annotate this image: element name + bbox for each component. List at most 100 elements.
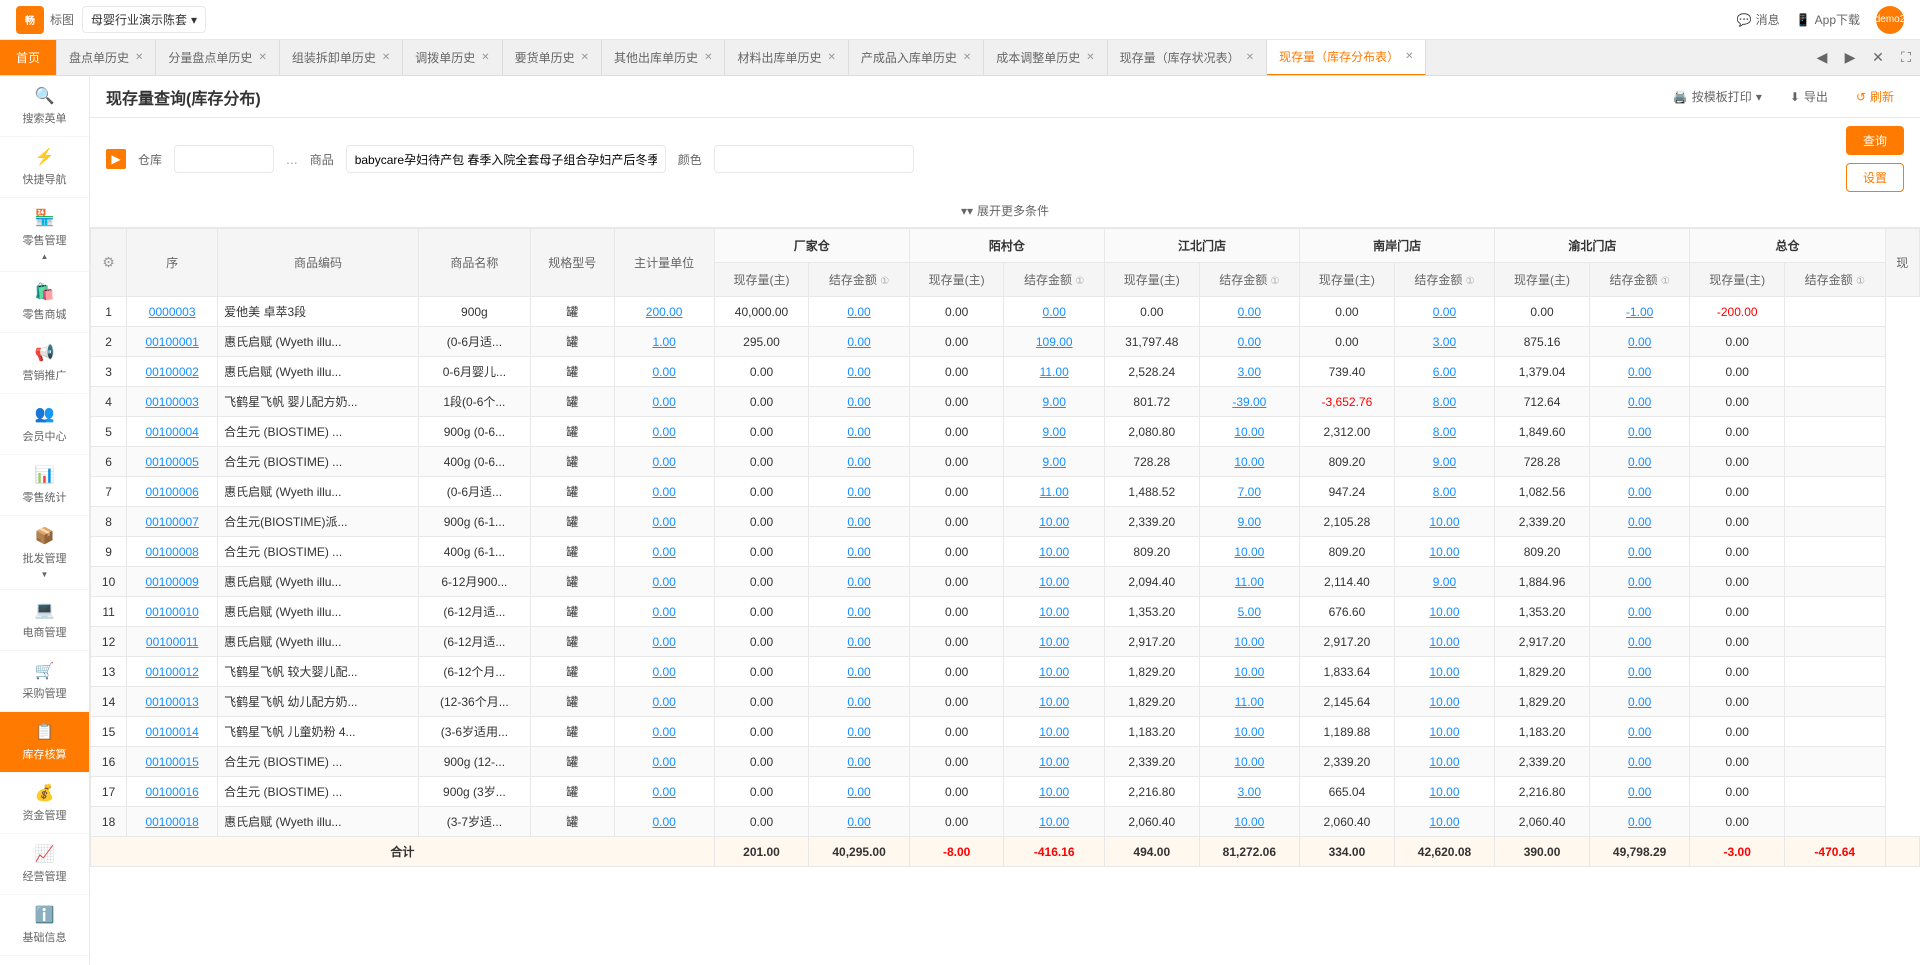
info-icon[interactable]: ① bbox=[1075, 276, 1084, 287]
col-current: 现 bbox=[1885, 229, 1919, 297]
sidebar-item-marketing[interactable]: 📢 营销推广 bbox=[0, 333, 89, 394]
col-mocun-qty: 现存量(主) bbox=[909, 263, 1004, 297]
tab-close-product-in[interactable]: ✕ bbox=[963, 52, 971, 63]
product-code[interactable]: 00100016 bbox=[127, 777, 218, 807]
info-icon[interactable]: ① bbox=[1271, 276, 1280, 287]
sidebar-item-retail-shop[interactable]: 🛍️ 零售商城 bbox=[0, 272, 89, 333]
product-code[interactable]: 00100009 bbox=[127, 567, 218, 597]
tab-close-div-inventory[interactable]: ✕ bbox=[258, 52, 266, 63]
page-actions: 🖨️ 按模板打印 ▾ ⬇ 导出 ↺ 刷新 bbox=[1663, 84, 1904, 109]
tab-close-all[interactable]: ✕ bbox=[1864, 44, 1892, 72]
summary-label: 合计 bbox=[91, 837, 715, 867]
product-name: 惠氏启赋 (Wyeth illu... bbox=[218, 567, 419, 597]
product-code[interactable]: 00100013 bbox=[127, 687, 218, 717]
sidebar-item-quick-nav[interactable]: ⚡ 快捷导航 bbox=[0, 137, 89, 198]
product-code[interactable]: 00100011 bbox=[127, 627, 218, 657]
col-gear[interactable]: ⚙ bbox=[91, 229, 127, 297]
sidebar-item-sys-mgmt[interactable]: ⚙️ 系统管理 bbox=[0, 956, 89, 965]
tab-close-inventory-single[interactable]: ✕ bbox=[135, 52, 143, 63]
tab-stock-status[interactable]: 现存量（库存状况表） ✕ bbox=[1108, 40, 1267, 76]
tab-close-transfer[interactable]: ✕ bbox=[481, 52, 489, 63]
sidebar-item-member[interactable]: 👥 会员中心 bbox=[0, 394, 89, 455]
sidebar: 🔍 搜索英单 ⚡ 快捷导航 🏪 零售管理 ▲ 🛍️ 零售商城 📢 营销推广 👥 … bbox=[0, 76, 90, 965]
warehouse-input[interactable] bbox=[174, 145, 274, 173]
product-name: 惠氏启赋 (Wyeth illu... bbox=[218, 477, 419, 507]
product-code[interactable]: 00100007 bbox=[127, 507, 218, 537]
product-code[interactable]: 00100010 bbox=[127, 597, 218, 627]
product-code[interactable]: 00100012 bbox=[127, 657, 218, 687]
color-label: 颜色 bbox=[678, 151, 702, 168]
base-info-icon: ℹ️ bbox=[35, 905, 55, 925]
query-btn[interactable]: 查询 bbox=[1846, 126, 1904, 155]
sidebar-item-finance[interactable]: 💰 资金管理 bbox=[0, 773, 89, 834]
sidebar-item-ecom[interactable]: 💻 电商管理 bbox=[0, 590, 89, 651]
sidebar-item-purchase[interactable]: 🛒 采购管理 bbox=[0, 651, 89, 712]
setting-btn[interactable]: 设置 bbox=[1846, 163, 1904, 192]
table-row: 700100006惠氏启赋 (Wyeth illu...(0-6月适...罐0.… bbox=[91, 477, 1920, 507]
main-layout: 🔍 搜索英单 ⚡ 快捷导航 🏪 零售管理 ▲ 🛍️ 零售商城 📢 营销推广 👥 … bbox=[0, 76, 1920, 965]
tab-demand[interactable]: 要货单历史 ✕ bbox=[503, 40, 602, 76]
info-icon[interactable]: ① bbox=[1856, 276, 1865, 287]
tab-close-stock-status[interactable]: ✕ bbox=[1246, 52, 1254, 63]
tab-other-out[interactable]: 其他出库单历史 ✕ bbox=[602, 40, 725, 76]
product-code[interactable]: 00100002 bbox=[127, 357, 218, 387]
export-btn[interactable]: ⬇ 导出 bbox=[1780, 84, 1838, 109]
tab-material-out[interactable]: 材料出库单历史 ✕ bbox=[725, 40, 848, 76]
sidebar-item-base-info[interactable]: ℹ️ 基础信息 bbox=[0, 895, 89, 956]
table-row: 1600100015合生元 (BIOSTIME) ...900g (12-...… bbox=[91, 747, 1920, 777]
industry-select[interactable]: 母婴行业演示陈套 ▾ bbox=[82, 6, 206, 33]
tab-group-dismantle[interactable]: 组装拆卸单历史 ✕ bbox=[280, 40, 403, 76]
message-btn[interactable]: 💬 消息 bbox=[1737, 11, 1780, 28]
product-code[interactable]: 00100015 bbox=[127, 747, 218, 777]
tab-close-demand[interactable]: ✕ bbox=[581, 52, 589, 63]
page-header: 现存量查询(库存分布) 🖨️ 按模板打印 ▾ ⬇ 导出 ↺ 刷新 bbox=[90, 76, 1920, 118]
goods-input[interactable] bbox=[346, 145, 666, 173]
info-icon[interactable]: ① bbox=[1661, 276, 1670, 287]
gear-icon[interactable]: ⚙ bbox=[102, 254, 115, 270]
tab-close-group-dismantle[interactable]: ✕ bbox=[382, 52, 390, 63]
tab-close-other-out[interactable]: ✕ bbox=[704, 52, 712, 63]
tab-close-stock-dist[interactable]: ✕ bbox=[1405, 51, 1413, 62]
expand-icon: ▾▾ bbox=[961, 204, 973, 218]
expand-conditions-btn[interactable]: ▾▾ 展开更多条件 bbox=[961, 202, 1049, 219]
app-download-btn[interactable]: 📱 App下载 bbox=[1796, 11, 1860, 28]
color-input[interactable] bbox=[714, 145, 914, 173]
tab-inventory-single[interactable]: 盘点单历史 ✕ bbox=[57, 40, 156, 76]
tab-stock-dist[interactable]: 现存量（库存分布表） ✕ bbox=[1267, 40, 1426, 76]
phone-icon: 📱 bbox=[1796, 13, 1811, 27]
product-code[interactable]: 00100014 bbox=[127, 717, 218, 747]
tab-nav-prev[interactable]: ◀ bbox=[1808, 44, 1836, 72]
page-title: 现存量查询(库存分布) bbox=[106, 85, 261, 109]
info-icon[interactable]: ① bbox=[880, 276, 889, 287]
sidebar-item-biz-mgmt[interactable]: 📈 经营管理 bbox=[0, 834, 89, 895]
sidebar-item-retail-stats[interactable]: 📊 零售统计 bbox=[0, 455, 89, 516]
sidebar-item-wholesale[interactable]: 📦 批发管理 ▼ bbox=[0, 516, 89, 590]
sidebar-item-search[interactable]: 🔍 搜索英单 bbox=[0, 76, 89, 137]
table-container[interactable]: ⚙ 序 商品编码 商品名称 规格型号 主计量单位 厂家仓 陌村仓 江北门店 南岸… bbox=[90, 228, 1920, 965]
tab-cost-adjust[interactable]: 成本调整单历史 ✕ bbox=[984, 40, 1107, 76]
tab-expand[interactable]: ⛶ bbox=[1892, 44, 1920, 72]
tab-transfer[interactable]: 调拨单历史 ✕ bbox=[403, 40, 502, 76]
tab-close-cost-adjust[interactable]: ✕ bbox=[1086, 52, 1094, 63]
product-code[interactable]: 00100001 bbox=[127, 327, 218, 357]
tab-nav-next[interactable]: ▶ bbox=[1836, 44, 1864, 72]
tab-close-material-out[interactable]: ✕ bbox=[827, 52, 835, 63]
product-code[interactable]: 0000003 bbox=[127, 297, 218, 327]
tab-div-inventory[interactable]: 分量盘点单历史 ✕ bbox=[156, 40, 279, 76]
product-code[interactable]: 00100008 bbox=[127, 537, 218, 567]
tab-product-in[interactable]: 产成品入库单历史 ✕ bbox=[849, 40, 984, 76]
product-code[interactable]: 00100006 bbox=[127, 477, 218, 507]
product-code[interactable]: 00100005 bbox=[127, 447, 218, 477]
sidebar-item-inventory[interactable]: 📋 库存核算 bbox=[0, 712, 89, 773]
product-name: 合生元 (BIOSTIME) ... bbox=[218, 417, 419, 447]
info-icon[interactable]: ① bbox=[1466, 276, 1475, 287]
tab-home[interactable]: 首页 bbox=[0, 40, 57, 76]
collapse-btn[interactable]: ▶ bbox=[106, 149, 126, 169]
print-btn[interactable]: 🖨️ 按模板打印 ▾ bbox=[1663, 84, 1772, 109]
refresh-btn[interactable]: ↺ 刷新 bbox=[1846, 84, 1904, 109]
product-code[interactable]: 00100018 bbox=[127, 807, 218, 837]
product-code[interactable]: 00100003 bbox=[127, 387, 218, 417]
product-code[interactable]: 00100004 bbox=[127, 417, 218, 447]
sidebar-item-retail-mgmt[interactable]: 🏪 零售管理 ▲ bbox=[0, 198, 89, 272]
user-avatar[interactable]: demo2 bbox=[1876, 6, 1904, 34]
